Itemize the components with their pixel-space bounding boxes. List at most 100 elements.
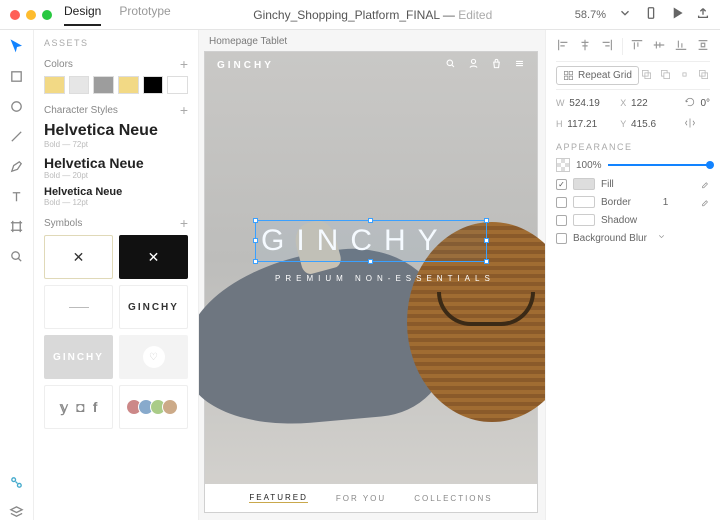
align-center-h-icon[interactable] [578, 38, 592, 55]
document-title: Ginchy_Shopping_Platform_FINAL — Edited [171, 8, 575, 22]
nav-item: FOR YOU [336, 494, 386, 503]
char-meta: Bold — 72pt [44, 140, 188, 149]
canvas[interactable]: Homepage Tablet GINCHY GINCHY PREMI [199, 30, 545, 520]
opacity-icon [556, 158, 570, 172]
boolean-intersect-icon[interactable] [678, 68, 691, 84]
shadow-color-chip[interactable] [573, 214, 595, 226]
symbols-section-label: Symbols [44, 218, 82, 229]
border-row: Border 1 [556, 196, 710, 208]
symbol-item[interactable] [44, 285, 113, 329]
artboard-label[interactable]: Homepage Tablet [209, 36, 287, 47]
symbol-item[interactable]: 𝕪◘f [44, 385, 113, 429]
chevron-down-icon[interactable] [657, 232, 666, 244]
distribute-icon[interactable] [696, 38, 710, 55]
rotation-field[interactable]: 0° [700, 98, 710, 109]
rectangle-tool-icon[interactable] [9, 68, 25, 84]
char-name: Helvetica Neue [44, 155, 188, 171]
add-charstyle-icon[interactable]: + [180, 102, 188, 118]
blur-checkbox[interactable] [556, 233, 567, 244]
char-style[interactable]: Helvetica NeueBold — 12pt [44, 186, 188, 207]
char-meta: Bold — 12pt [44, 198, 188, 207]
fill-checkbox[interactable]: ✓ [556, 179, 567, 190]
swatch[interactable] [69, 76, 90, 94]
symbol-item[interactable]: ✕ [44, 235, 113, 279]
layers-panel-icon[interactable] [9, 504, 25, 520]
x-field[interactable]: 122 [631, 98, 648, 109]
pen-tool-icon[interactable] [9, 158, 25, 174]
fill-label: Fill [601, 179, 614, 190]
swatch[interactable] [143, 76, 164, 94]
zoom-tool-icon[interactable] [9, 248, 25, 264]
swatch[interactable] [93, 76, 114, 94]
char-section-label: Character Styles [44, 105, 118, 116]
titlebar-right: 58.7% [575, 6, 710, 23]
align-right-icon[interactable] [600, 38, 614, 55]
nav-item: COLLECTIONS [414, 494, 492, 503]
border-color-chip[interactable] [573, 196, 595, 208]
align-left-icon[interactable] [556, 38, 570, 55]
titlebar: Design Prototype Ginchy_Shopping_Platfor… [0, 0, 720, 30]
flip-h-icon[interactable] [684, 121, 696, 132]
opacity-row: 100% [556, 158, 710, 172]
align-bottom-icon[interactable] [674, 38, 688, 55]
align-top-icon[interactable] [630, 38, 644, 55]
width-field[interactable]: 524.19 [569, 98, 600, 109]
symbol-item[interactable]: GINCHY [44, 335, 113, 379]
y-field[interactable]: 415.6 [631, 119, 656, 130]
device-preview-icon[interactable] [644, 6, 658, 23]
assets-panel: ASSETS Colors+ Character Styles+ Helveti… [34, 30, 199, 520]
search-icon [445, 58, 456, 72]
boolean-subtract-icon[interactable] [659, 68, 672, 84]
char-name: Helvetica Neue [44, 186, 188, 198]
border-width-field[interactable]: 1 [663, 197, 669, 208]
assets-panel-icon[interactable] [9, 474, 25, 490]
symbol-item[interactable]: ♡ [119, 335, 188, 379]
play-icon[interactable] [670, 6, 684, 23]
symbol-item[interactable] [119, 385, 188, 429]
line-tool-icon[interactable] [9, 128, 25, 144]
opacity-slider[interactable] [608, 164, 710, 166]
boolean-add-icon[interactable] [640, 68, 653, 84]
char-style[interactable]: Helvetica NeueBold — 20pt [44, 155, 188, 180]
tab-design[interactable]: Design [64, 4, 101, 26]
add-color-icon[interactable]: + [180, 56, 188, 72]
appearance-header: APPEARANCE [556, 142, 710, 152]
char-style[interactable]: Helvetica NeueBold — 72pt [44, 122, 188, 149]
text-tool-icon[interactable] [9, 188, 25, 204]
fill-color-chip[interactable] [573, 178, 595, 190]
bag-icon [491, 58, 502, 72]
symbol-item[interactable]: ✕ [119, 235, 188, 279]
align-middle-icon[interactable] [652, 38, 666, 55]
brand-logo: GINCHY [217, 60, 274, 71]
eyedropper-icon[interactable] [700, 179, 710, 189]
maximize-window-icon[interactable] [42, 10, 52, 20]
swatch[interactable] [44, 76, 65, 94]
swatch[interactable] [118, 76, 139, 94]
rotate-icon[interactable] [684, 96, 696, 111]
close-window-icon[interactable] [10, 10, 20, 20]
chevron-down-icon[interactable] [618, 6, 632, 23]
boolean-exclude-icon[interactable] [697, 68, 710, 84]
zoom-level[interactable]: 58.7% [575, 9, 606, 21]
height-field[interactable]: 117.21 [567, 119, 597, 130]
repeat-grid-button[interactable]: Repeat Grid [556, 66, 639, 85]
add-symbol-icon[interactable]: + [180, 215, 188, 231]
border-checkbox[interactable] [556, 197, 567, 208]
tool-rail [0, 30, 34, 520]
shadow-checkbox[interactable] [556, 215, 567, 226]
artboard-nav: FEATURED FOR YOU COLLECTIONS [205, 484, 537, 512]
blur-label: Background Blur [573, 233, 647, 244]
share-icon[interactable] [696, 6, 710, 23]
artboard[interactable]: GINCHY GINCHY PREMIUM NON-ESSENTIALS FE [205, 52, 537, 512]
tab-prototype[interactable]: Prototype [119, 4, 170, 26]
select-tool-icon[interactable] [9, 38, 25, 54]
selection-box[interactable] [255, 220, 487, 262]
minimize-window-icon[interactable] [26, 10, 36, 20]
eyedropper-icon[interactable] [700, 197, 710, 207]
swatch[interactable] [167, 76, 188, 94]
ellipse-tool-icon[interactable] [9, 98, 25, 114]
symbol-item[interactable]: GINCHY [119, 285, 188, 329]
color-swatches [44, 76, 188, 94]
opacity-value[interactable]: 100% [576, 160, 602, 171]
artboard-tool-icon[interactable] [9, 218, 25, 234]
